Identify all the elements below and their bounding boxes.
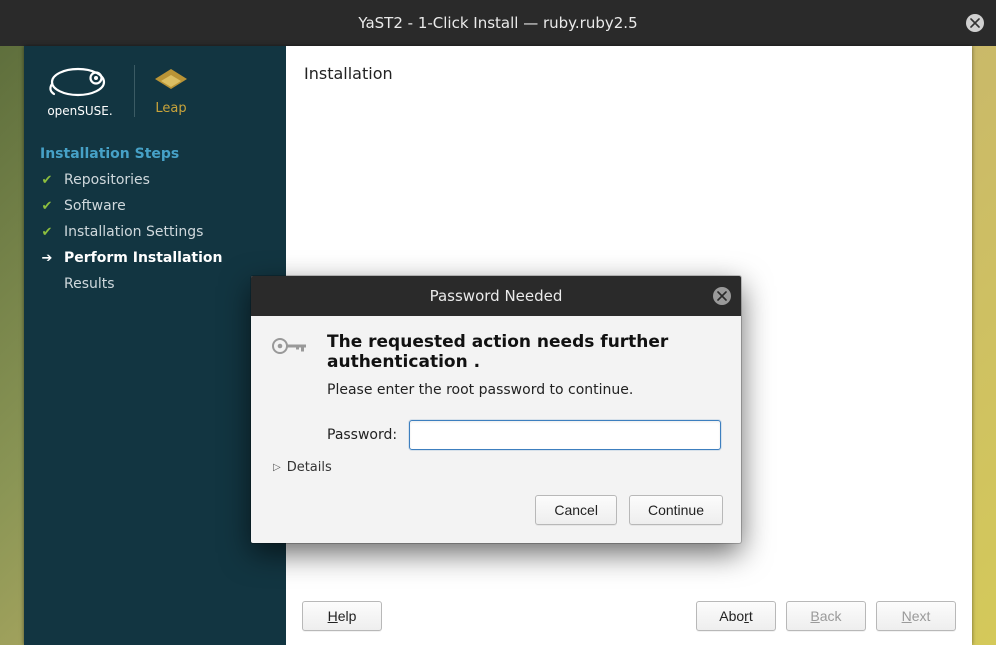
step-perform-installation: ➔ Perform Installation	[40, 250, 272, 266]
close-icon	[970, 18, 980, 28]
close-icon	[717, 291, 727, 301]
sidebar: openSUSE. Leap Installation Steps ✔ Repos…	[24, 46, 286, 645]
dialog-close-button[interactable]	[713, 287, 731, 305]
step-label: Perform Installation	[64, 250, 223, 266]
help-button[interactable]: Help	[302, 601, 382, 631]
window-close-button[interactable]	[966, 14, 984, 32]
leap-label: Leap	[155, 101, 186, 116]
steps-header: Installation Steps	[40, 146, 272, 162]
dialog-header-row: The requested action needs further authe…	[271, 332, 721, 372]
dialog-titlebar: Password Needed	[251, 276, 741, 316]
check-icon: ✔	[40, 173, 54, 188]
back-mnemonic: B	[810, 608, 819, 624]
window-title: YaST2 - 1-Click Install — ruby.ruby2.5	[358, 14, 637, 32]
opensuse-logo: openSUSE.	[44, 64, 116, 118]
continue-button[interactable]: Continue	[629, 495, 723, 525]
steps-list: ✔ Repositories ✔ Software ✔ Installation Se…	[40, 172, 272, 292]
password-dialog: Password Needed The requested action nee…	[251, 276, 741, 543]
details-toggle[interactable]: ▷ Details	[273, 460, 721, 475]
back-rest: ack	[820, 608, 842, 624]
next-button: Next	[876, 601, 956, 631]
check-icon: ✔	[40, 225, 54, 240]
next-rest: ext	[912, 608, 931, 624]
step-results: •Results	[40, 276, 272, 292]
help-mnemonic: H	[328, 608, 338, 624]
help-rest: elp	[338, 608, 357, 624]
logo-separator	[134, 65, 135, 117]
leap-icon	[153, 67, 189, 97]
opensuse-label: openSUSE.	[47, 104, 112, 118]
window-titlebar: YaST2 - 1-Click Install — ruby.ruby2.5	[0, 0, 996, 46]
details-label: Details	[287, 460, 332, 475]
chameleon-icon	[44, 64, 116, 102]
password-input[interactable]	[409, 420, 721, 450]
dialog-headline: The requested action needs further authe…	[327, 332, 721, 372]
step-installation-settings: ✔ Installation Settings	[40, 224, 272, 240]
abort-post: t	[749, 608, 753, 624]
page-title: Installation	[286, 46, 972, 83]
password-row: Password:	[327, 420, 721, 450]
dialog-title: Password Needed	[430, 287, 563, 305]
abort-button[interactable]: Abort	[696, 601, 776, 631]
cancel-button[interactable]: Cancel	[535, 495, 617, 525]
footer-bar: Help Abort Back Next	[286, 591, 972, 645]
leap-logo: Leap	[153, 67, 189, 116]
abort-pre: Abo	[719, 608, 744, 624]
arrow-right-icon: ➔	[40, 251, 54, 266]
step-label: Results	[64, 276, 115, 292]
key-icon	[271, 332, 311, 360]
logo-row: openSUSE. Leap	[44, 64, 272, 118]
password-label: Password:	[327, 427, 397, 443]
next-mnemonic: N	[902, 608, 912, 624]
step-repositories: ✔ Repositories	[40, 172, 272, 188]
check-icon: ✔	[40, 199, 54, 214]
dialog-footer: Cancel Continue	[251, 489, 741, 543]
step-software: ✔ Software	[40, 198, 272, 214]
step-label: Installation Settings	[64, 224, 203, 240]
chevron-right-icon: ▷	[273, 462, 281, 473]
dialog-subtext: Please enter the root password to contin…	[327, 382, 721, 398]
step-label: Repositories	[64, 172, 150, 188]
back-button: Back	[786, 601, 866, 631]
step-label: Software	[64, 198, 126, 214]
dialog-body: The requested action needs further authe…	[251, 316, 741, 489]
